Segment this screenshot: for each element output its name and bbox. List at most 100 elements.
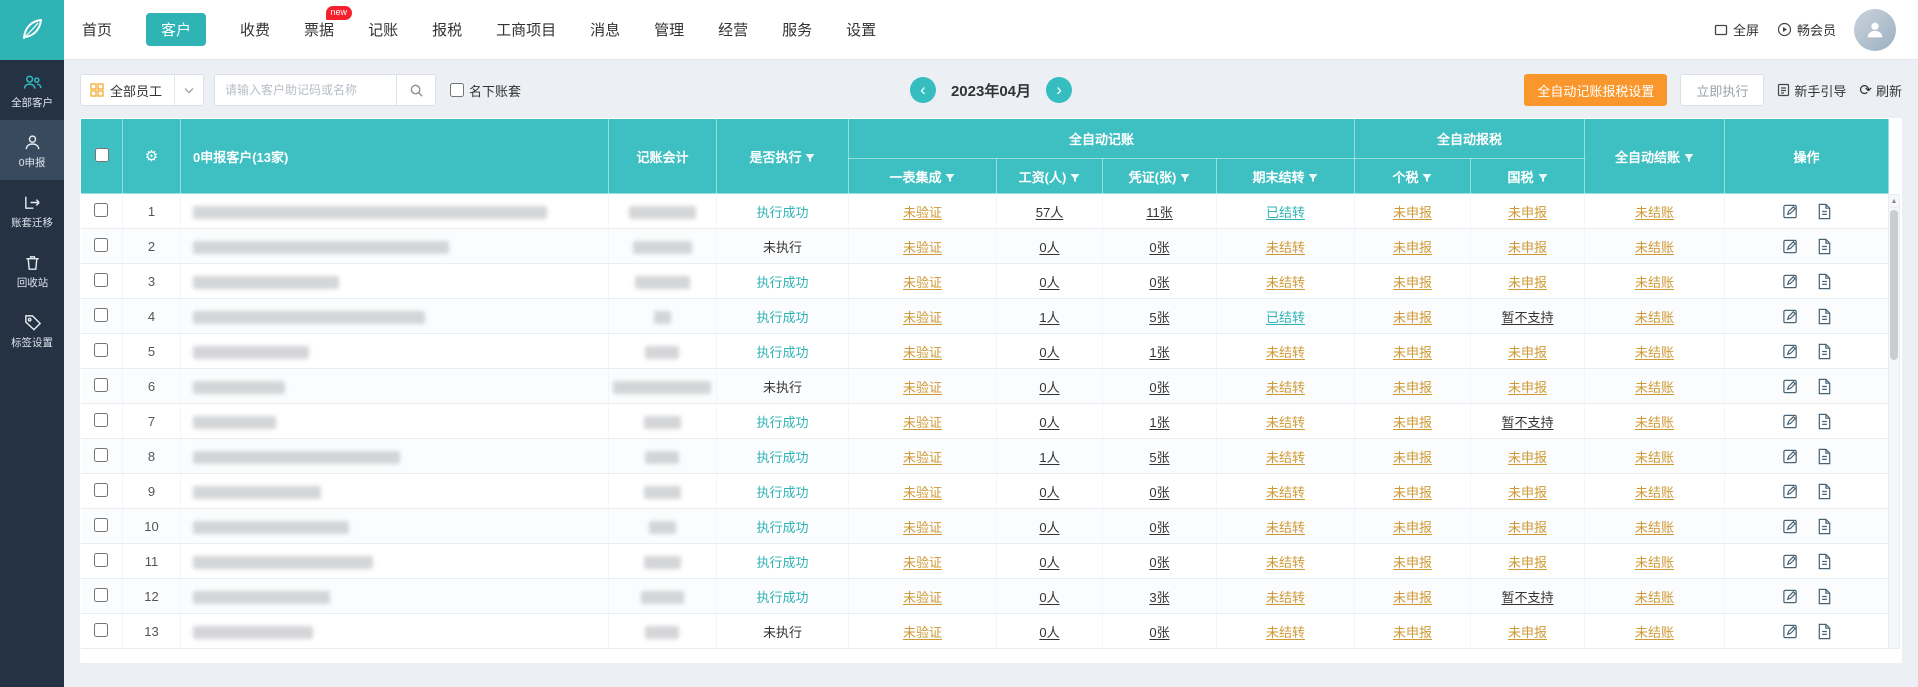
closing-status-link[interactable]: 未结账 — [1635, 590, 1674, 605]
personal-tax-status-link[interactable]: 未申报 — [1393, 380, 1432, 395]
select-all-checkbox[interactable] — [94, 147, 109, 162]
nav-item-invoices[interactable]: 票据 new — [304, 6, 353, 40]
bookkeeping-action-icon[interactable] — [1782, 518, 1799, 535]
closing-status-link[interactable]: 未结账 — [1635, 310, 1674, 325]
bookkeeping-action-icon[interactable] — [1782, 448, 1799, 465]
salary-count-link[interactable]: 0人 — [1039, 415, 1059, 430]
report-action-icon[interactable] — [1817, 343, 1832, 360]
carryover-status-link[interactable]: 未结转 — [1266, 625, 1305, 640]
bookkeeping-action-icon[interactable] — [1782, 273, 1799, 290]
sidebar-item-recycle-bin[interactable]: 回收站 — [0, 240, 64, 300]
carryover-status-link[interactable]: 未结转 — [1266, 380, 1305, 395]
national-tax-status-link[interactable]: 未申报 — [1508, 380, 1547, 395]
row-checkbox[interactable] — [94, 202, 109, 217]
report-action-icon[interactable] — [1817, 413, 1832, 430]
fullscreen-button[interactable]: 全屏 — [1714, 20, 1759, 39]
voucher-count-link[interactable]: 1张 — [1149, 345, 1169, 360]
search-button[interactable] — [396, 74, 437, 106]
closing-status-link[interactable]: 未结账 — [1635, 625, 1674, 640]
row-checkbox[interactable] — [94, 447, 109, 462]
national-tax-status-link[interactable]: 未申报 — [1508, 555, 1547, 570]
closing-status-link[interactable]: 未结账 — [1635, 240, 1674, 255]
voucher-count-link[interactable]: 0张 — [1149, 625, 1169, 640]
integration-status-link[interactable]: 未验证 — [903, 345, 942, 360]
personal-tax-status-link[interactable]: 未申报 — [1393, 415, 1432, 430]
filter-icon[interactable] — [1538, 171, 1548, 186]
integration-status-link[interactable]: 未验证 — [903, 485, 942, 500]
national-tax-status-link[interactable]: 未申报 — [1508, 240, 1547, 255]
nav-item-operations[interactable]: 经营 — [718, 19, 748, 40]
nav-item-bookkeeping[interactable]: 记账 — [368, 19, 398, 40]
closing-status-link[interactable]: 未结账 — [1635, 485, 1674, 500]
personal-tax-status-link[interactable]: 未申报 — [1393, 625, 1432, 640]
row-checkbox[interactable] — [94, 272, 109, 287]
prev-month-button[interactable]: ‹ — [909, 77, 936, 103]
filter-icon[interactable] — [1070, 171, 1080, 186]
voucher-count-link[interactable]: 0张 — [1149, 380, 1169, 395]
national-tax-status-link[interactable]: 未申报 — [1508, 205, 1547, 220]
bookkeeping-action-icon[interactable] — [1782, 238, 1799, 255]
report-action-icon[interactable] — [1817, 483, 1832, 500]
row-checkbox[interactable] — [94, 307, 109, 322]
voucher-count-link[interactable]: 0张 — [1149, 485, 1169, 500]
personal-tax-status-link[interactable]: 未申报 — [1393, 310, 1432, 325]
bookkeeping-action-icon[interactable] — [1782, 308, 1799, 325]
report-action-icon[interactable] — [1817, 308, 1832, 325]
nav-item-services[interactable]: 服务 — [782, 19, 812, 40]
user-avatar[interactable] — [1854, 8, 1896, 51]
personal-tax-status-link[interactable]: 未申报 — [1393, 205, 1432, 220]
national-tax-status-link[interactable]: 未申报 — [1508, 485, 1547, 500]
personal-tax-status-link[interactable]: 未申报 — [1393, 555, 1432, 570]
salary-count-link[interactable]: 0人 — [1039, 240, 1059, 255]
carryover-status-link[interactable]: 未结转 — [1266, 450, 1305, 465]
personal-tax-status-link[interactable]: 未申报 — [1393, 520, 1432, 535]
integration-status-link[interactable]: 未验证 — [903, 555, 942, 570]
closing-status-link[interactable]: 未结账 — [1635, 345, 1674, 360]
carryover-status-link[interactable]: 未结转 — [1266, 240, 1305, 255]
report-action-icon[interactable] — [1817, 588, 1832, 605]
report-action-icon[interactable] — [1817, 448, 1832, 465]
salary-count-link[interactable]: 0人 — [1039, 345, 1059, 360]
bookkeeping-action-icon[interactable] — [1782, 553, 1799, 570]
salary-count-link[interactable]: 0人 — [1039, 485, 1059, 500]
salary-count-link[interactable]: 1人 — [1039, 310, 1059, 325]
salary-count-link[interactable]: 57人 — [1036, 205, 1063, 220]
integration-status-link[interactable]: 未验证 — [903, 240, 942, 255]
voucher-count-link[interactable]: 0张 — [1149, 240, 1169, 255]
filter-icon[interactable] — [1684, 151, 1694, 166]
closing-status-link[interactable]: 未结账 — [1635, 555, 1674, 570]
voucher-count-link[interactable]: 0张 — [1149, 275, 1169, 290]
guide-button[interactable]: 新手引导 — [1777, 81, 1846, 100]
refresh-button[interactable]: ⟳ 刷新 — [1859, 81, 1902, 100]
integration-status-link[interactable]: 未验证 — [903, 450, 942, 465]
personal-tax-status-link[interactable]: 未申报 — [1393, 450, 1432, 465]
nav-item-settings[interactable]: 设置 — [846, 19, 876, 40]
filter-icon[interactable] — [1308, 171, 1318, 186]
next-month-button[interactable]: › — [1046, 77, 1073, 103]
bookkeeping-action-icon[interactable] — [1782, 343, 1799, 360]
carryover-status-link[interactable]: 未结转 — [1266, 520, 1305, 535]
national-tax-status-link[interactable]: 未申报 — [1508, 450, 1547, 465]
execute-now-button[interactable]: 立即执行 — [1680, 74, 1765, 106]
personal-tax-status-link[interactable]: 未申报 — [1393, 590, 1432, 605]
row-checkbox[interactable] — [94, 587, 109, 602]
voucher-count-link[interactable]: 11张 — [1146, 205, 1173, 220]
salary-count-link[interactable]: 0人 — [1039, 590, 1059, 605]
national-tax-status-link[interactable]: 未申报 — [1508, 275, 1547, 290]
integration-status-link[interactable]: 未验证 — [903, 415, 942, 430]
personal-tax-status-link[interactable]: 未申报 — [1393, 275, 1432, 290]
nav-item-billing[interactable]: 收费 — [240, 19, 270, 40]
salary-count-link[interactable]: 0人 — [1039, 275, 1059, 290]
carryover-status-link[interactable]: 未结转 — [1266, 345, 1305, 360]
carryover-status-link[interactable]: 未结转 — [1266, 485, 1305, 500]
sidebar-item-zero-declare[interactable]: 0申报 — [0, 120, 64, 180]
nav-item-management[interactable]: 管理 — [654, 19, 684, 40]
national-tax-status-link[interactable]: 暂不支持 — [1501, 415, 1553, 430]
report-action-icon[interactable] — [1817, 273, 1832, 290]
row-checkbox[interactable] — [94, 622, 109, 637]
bookkeeping-action-icon[interactable] — [1782, 588, 1799, 605]
row-checkbox[interactable] — [94, 552, 109, 567]
national-tax-status-link[interactable]: 未申报 — [1508, 345, 1547, 360]
voucher-count-link[interactable]: 3张 — [1149, 590, 1169, 605]
own-accounts-checkbox[interactable]: 名下账套 — [450, 81, 521, 100]
